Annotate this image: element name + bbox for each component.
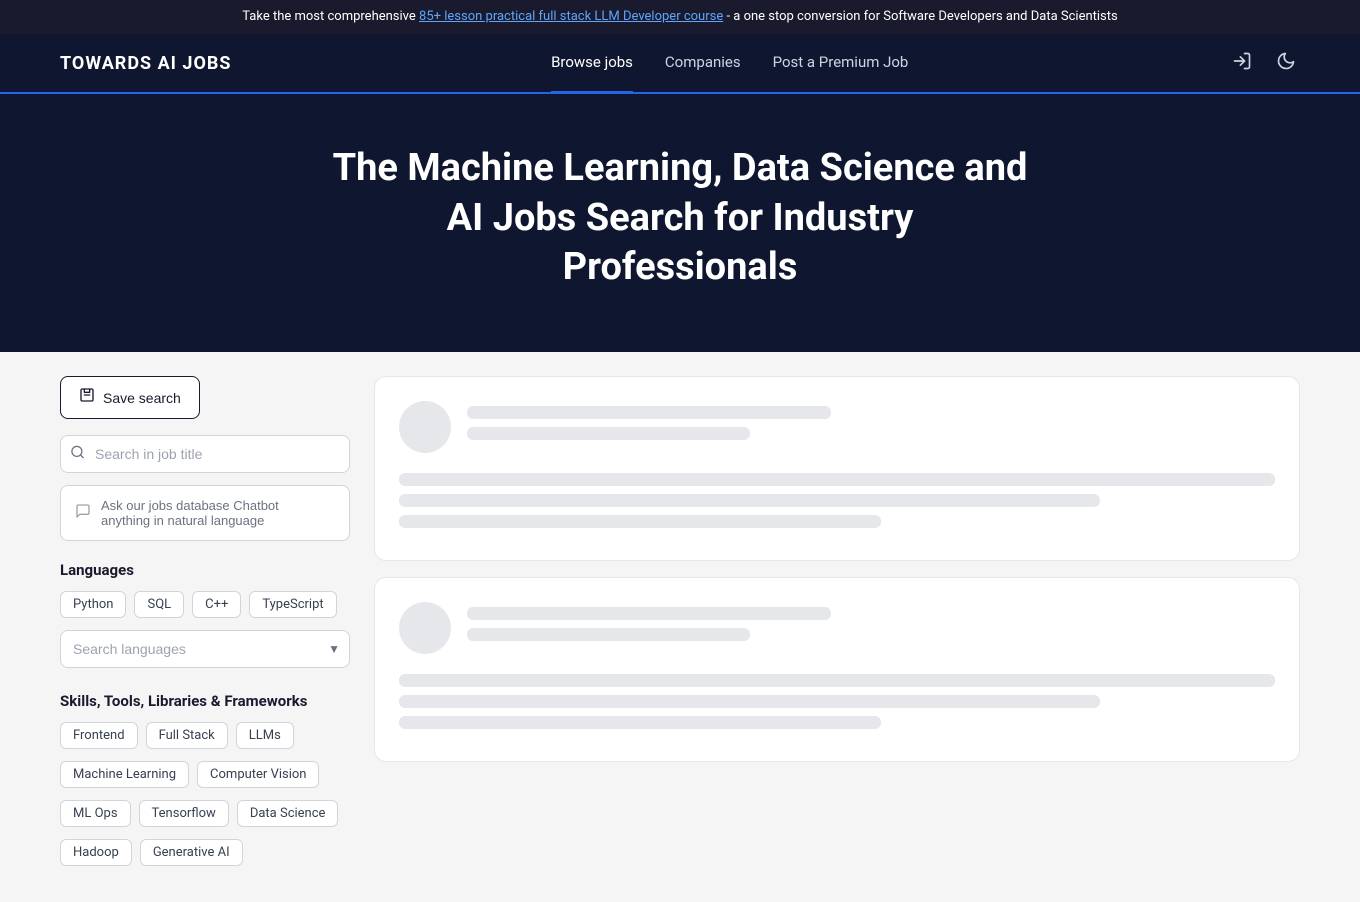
banner-link[interactable]: 85+ lesson practical full stack LLM Deve… <box>419 9 723 24</box>
skeleton-header-2 <box>399 602 1275 654</box>
skeleton-line <box>399 695 1100 708</box>
nav-companies[interactable]: Companies <box>665 33 741 93</box>
skills-tags-row1: Frontend Full Stack LLMs <box>60 722 350 749</box>
header: TOWARDS AI JOBS Browse jobs Companies Po… <box>0 34 1360 94</box>
chatbot-line1: Ask our jobs database Chatbot <box>101 498 279 513</box>
tag-tensorflow[interactable]: Tensorflow <box>139 800 229 827</box>
chatbot-line2: anything in natural language <box>101 513 264 528</box>
skeleton-card-2 <box>374 577 1300 762</box>
skills-title: Skills, Tools, Libraries & Frameworks <box>60 692 350 710</box>
tag-generative-ai[interactable]: Generative AI <box>140 839 243 866</box>
skeleton-line <box>467 628 750 641</box>
languages-section: Languages Python SQL C++ TypeScript Sear… <box>60 561 350 668</box>
search-languages-select[interactable]: Search languages <box>60 630 350 668</box>
tag-ml-ops[interactable]: ML Ops <box>60 800 131 827</box>
banner-text-after: - a one stop conversion for Software Dev… <box>723 9 1118 24</box>
languages-title: Languages <box>60 561 350 579</box>
job-title-search-wrap <box>60 435 350 473</box>
chat-icon <box>75 503 91 524</box>
tag-sql[interactable]: SQL <box>134 591 184 618</box>
logo[interactable]: TOWARDS AI JOBS <box>60 53 231 74</box>
skeleton-card-1 <box>374 376 1300 561</box>
save-search-icon <box>79 387 95 408</box>
tag-full-stack[interactable]: Full Stack <box>146 722 228 749</box>
search-icon <box>70 445 85 464</box>
chatbot-text: Ask our jobs database Chatbot anything i… <box>101 498 279 528</box>
tag-computer-vision[interactable]: Computer Vision <box>197 761 319 788</box>
skeleton-line <box>399 716 881 729</box>
skeleton-line <box>399 473 1275 486</box>
nav-post-job[interactable]: Post a Premium Job <box>773 33 909 93</box>
skeleton-lines-1 <box>467 406 1275 448</box>
tag-typescript[interactable]: TypeScript <box>249 591 336 618</box>
language-tags: Python SQL C++ TypeScript <box>60 591 350 618</box>
skeleton-body-1 <box>399 473 1275 528</box>
skeleton-line <box>399 494 1100 507</box>
tag-machine-learning[interactable]: Machine Learning <box>60 761 189 788</box>
nav-actions <box>1228 47 1300 80</box>
moon-icon <box>1276 51 1296 71</box>
hero-title: The Machine Learning, Data Science and A… <box>330 144 1030 292</box>
tag-llms[interactable]: LLMs <box>236 722 294 749</box>
tag-frontend[interactable]: Frontend <box>60 722 138 749</box>
top-banner: Take the most comprehensive 85+ lesson p… <box>0 0 1360 34</box>
skeleton-lines-2 <box>467 607 1275 649</box>
tag-data-science[interactable]: Data Science <box>237 800 339 827</box>
tag-hadoop[interactable]: Hadoop <box>60 839 132 866</box>
save-search-label: Save search <box>103 390 181 406</box>
skeleton-body-2 <box>399 674 1275 729</box>
skeleton-avatar-2 <box>399 602 451 654</box>
dark-mode-button[interactable] <box>1272 47 1300 80</box>
job-title-input[interactable] <box>60 435 350 473</box>
skeleton-header-1 <box>399 401 1275 453</box>
skeleton-line <box>399 515 881 528</box>
skills-tags-row3: ML Ops Tensorflow Data Science <box>60 800 350 827</box>
skeleton-line <box>467 406 831 419</box>
skeleton-line <box>467 427 750 440</box>
main-nav: Browse jobs Companies Post a Premium Job <box>551 33 908 93</box>
skills-section: Skills, Tools, Libraries & Frameworks Fr… <box>60 692 350 866</box>
login-icon <box>1232 51 1252 71</box>
main-content: Save search Ask our jobs database Chatbo… <box>0 352 1360 902</box>
skills-tags-row2: Machine Learning Computer Vision <box>60 761 350 788</box>
banner-text-before: Take the most comprehensive <box>242 9 419 24</box>
nav-browse-jobs[interactable]: Browse jobs <box>551 33 633 93</box>
tag-python[interactable]: Python <box>60 591 126 618</box>
skeleton-line <box>399 674 1275 687</box>
hero-section: The Machine Learning, Data Science and A… <box>0 94 1360 352</box>
jobs-area <box>374 376 1300 878</box>
login-icon-button[interactable] <box>1228 47 1256 80</box>
save-search-button[interactable]: Save search <box>60 376 200 419</box>
search-languages-wrap: Search languages ▼ <box>60 630 350 668</box>
chatbot-button[interactable]: Ask our jobs database Chatbot anything i… <box>60 485 350 541</box>
skeleton-line <box>467 607 831 620</box>
skills-tags-row4: Hadoop Generative AI <box>60 839 350 866</box>
sidebar: Save search Ask our jobs database Chatbo… <box>60 376 350 878</box>
skeleton-avatar-1 <box>399 401 451 453</box>
tag-cpp[interactable]: C++ <box>192 591 241 618</box>
